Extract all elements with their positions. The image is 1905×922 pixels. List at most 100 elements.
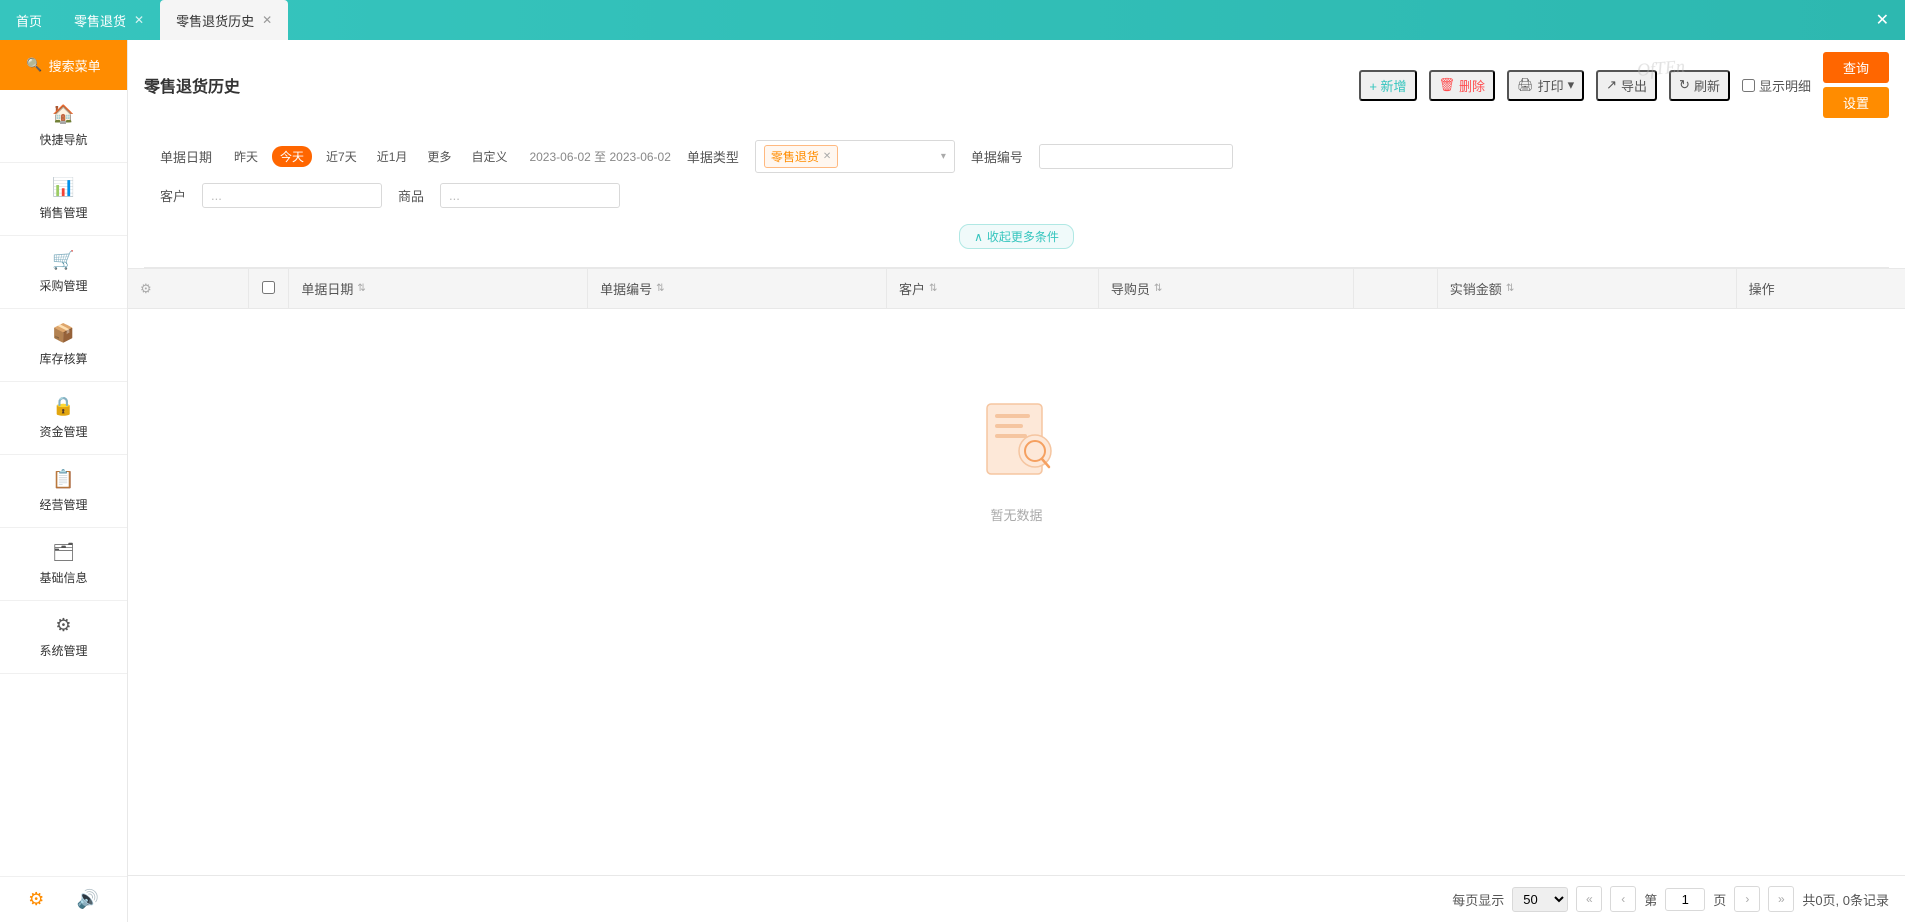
sidebar-search-label: 搜索菜单	[49, 56, 101, 75]
th-actions: 操作	[1736, 269, 1905, 309]
sidebar-item-inventory-label: 库存核算	[39, 350, 87, 367]
type-selector[interactable]: 零售退货 ✕ ▾	[755, 140, 955, 173]
sidebar-item-quick-nav[interactable]: 🏠 快捷导航	[0, 90, 127, 163]
th-date: 单据日期 ⇅	[289, 269, 588, 309]
th-customer: 客户 ⇅	[886, 269, 1098, 309]
sidebar-item-sales-label: 销售管理	[39, 204, 87, 221]
collapse-label: 收起更多条件	[987, 228, 1059, 245]
export-icon: ↗	[1606, 77, 1617, 93]
table-body: 暂无数据	[128, 309, 1905, 605]
sort-amount-icon: ⇅	[1506, 283, 1514, 294]
empty-state-icon	[967, 389, 1067, 489]
th-customer-label: 客户	[899, 279, 925, 298]
number-filter-label: 单据编号	[971, 147, 1023, 166]
sort-guide-icon: ⇅	[1154, 283, 1162, 294]
volume-icon[interactable]: 🔊	[76, 889, 98, 910]
selected-type-tag: 零售退货 ✕	[764, 145, 838, 168]
sidebar-item-inventory[interactable]: 📦 库存核算	[0, 309, 127, 382]
sidebar-item-sales[interactable]: 📊 销售管理	[0, 163, 127, 236]
sidebar-item-basic-info[interactable]: 🗂 基础信息	[0, 528, 127, 601]
refresh-button[interactable]: ↻ 刷新	[1669, 70, 1730, 101]
table-container: ⚙ 单据日期 ⇅ 单据编号	[128, 269, 1905, 875]
date-opt-more[interactable]: 更多	[421, 146, 457, 167]
inventory-icon: 📦	[52, 323, 74, 344]
sidebar-item-purchase-label: 采购管理	[39, 277, 87, 294]
refresh-icon: ↻	[1679, 77, 1690, 93]
goods-filter-selector[interactable]: ...	[440, 183, 620, 208]
tag-close-icon[interactable]: ✕	[823, 151, 831, 162]
filter-area: 单据日期 昨天 今天 近7天 近1月 更多 自定义 2023-06-02 至 2…	[144, 130, 1889, 268]
sidebar-item-finance[interactable]: 🔒 资金管理	[0, 382, 127, 455]
customer-filter-selector[interactable]: ...	[202, 183, 382, 208]
date-opt-1month[interactable]: 近1月	[371, 146, 414, 167]
tab-home[interactable]: 首页	[0, 0, 58, 40]
next-page-button[interactable]: ›	[1734, 886, 1760, 912]
page-unit-label: 页	[1713, 890, 1726, 909]
page-title-row: 零售退货历史 + 新增 🗑 删除 🖨 打印 ▾ ↗ 导出	[144, 52, 1889, 118]
page-number-input[interactable]	[1665, 888, 1705, 911]
table-header-row: ⚙ 单据日期 ⇅ 单据编号	[128, 269, 1905, 309]
first-page-button[interactable]: «	[1576, 886, 1602, 912]
sidebar-item-operations-label: 经营管理	[39, 496, 87, 513]
collapse-up-icon: ∧	[974, 230, 983, 244]
empty-state: 暂无数据	[128, 309, 1905, 604]
prev-page-button[interactable]: ‹	[1610, 886, 1636, 912]
th-date-sort[interactable]: 单据日期 ⇅	[301, 279, 575, 298]
sidebar-search[interactable]: 🔍 搜索菜单	[0, 40, 127, 90]
page-header: 零售退货历史 + 新增 🗑 删除 🖨 打印 ▾ ↗ 导出	[128, 40, 1905, 269]
settings-icon[interactable]: ⚙	[140, 281, 152, 296]
th-checkbox[interactable]	[249, 269, 289, 309]
date-opt-custom[interactable]: 自定义	[465, 146, 513, 167]
date-opt-7days[interactable]: 近7天	[320, 146, 363, 167]
tab-retail-return-close[interactable]: ✕	[134, 13, 144, 27]
th-amount-label: 实销金额	[1450, 279, 1502, 298]
export-button[interactable]: ↗ 导出	[1596, 70, 1657, 101]
operations-icon: 📋	[52, 469, 74, 490]
new-button[interactable]: + 新增	[1359, 70, 1416, 101]
topbar-right: ✕	[1876, 10, 1905, 30]
page-title: 零售退货历史	[144, 73, 240, 97]
th-amount-sort[interactable]: 实销金额 ⇅	[1450, 279, 1724, 298]
query-button[interactable]: 查询	[1823, 52, 1889, 83]
collapse-button[interactable]: ∧ 收起更多条件	[959, 224, 1074, 249]
window-close-button[interactable]: ✕	[1876, 10, 1889, 30]
print-dropdown-icon: ▾	[1568, 77, 1575, 93]
page-size-select[interactable]: 20 50 100	[1512, 887, 1568, 912]
date-options: 昨天 今天 近7天 近1月 更多 自定义	[228, 146, 513, 167]
sidebar-item-finance-label: 资金管理	[39, 423, 87, 440]
th-guide-sort[interactable]: 导购员 ⇅	[1111, 279, 1341, 298]
th-number: 单据编号 ⇅	[588, 269, 887, 309]
tab-retail-return-history-close[interactable]: ✕	[262, 13, 272, 27]
filter-row-2: 客户 ... 商品 ...	[160, 183, 1873, 208]
sidebar-item-system[interactable]: ⚙ 系统管理	[0, 601, 127, 674]
sidebar-item-purchase[interactable]: 🛒 采购管理	[0, 236, 127, 309]
th-customer-sort[interactable]: 客户 ⇅	[899, 279, 1086, 298]
sidebar-item-basic-info-label: 基础信息	[39, 569, 87, 586]
select-all-checkbox[interactable]	[262, 281, 275, 294]
display-toggle-label: 显示明细	[1759, 76, 1811, 95]
tab-retail-return[interactable]: 零售退货 ✕	[58, 0, 160, 40]
setting-button[interactable]: 设置	[1823, 87, 1889, 118]
sidebar-item-operations[interactable]: 📋 经营管理	[0, 455, 127, 528]
system-icon: ⚙	[55, 615, 71, 636]
last-page-button[interactable]: »	[1768, 886, 1794, 912]
th-number-sort[interactable]: 单据编号 ⇅	[600, 279, 874, 298]
display-checkbox[interactable]	[1742, 79, 1755, 92]
tab-retail-return-history-label: 零售退货历史	[176, 11, 254, 30]
number-filter-input[interactable]	[1039, 144, 1233, 169]
date-opt-today[interactable]: 今天	[272, 146, 312, 167]
delete-button[interactable]: 🗑 删除	[1429, 70, 1496, 101]
th-settings[interactable]: ⚙	[128, 269, 249, 309]
print-button[interactable]: 🖨 打印 ▾	[1507, 70, 1584, 101]
sidebar: 🔍 搜索菜单 🏠 快捷导航 📊 销售管理 🛒 采购管理 📦 库存核算 🔒 资金管…	[0, 40, 128, 922]
date-opt-yesterday[interactable]: 昨天	[228, 146, 264, 167]
empty-text: 暂无数据	[990, 505, 1042, 524]
tab-retail-return-history[interactable]: 零售退货历史 ✕	[160, 0, 288, 40]
goods-filter-label: 商品	[398, 186, 424, 205]
date-range-text: 2023-06-02 至 2023-06-02	[529, 148, 670, 165]
print-icon: 🖨	[1517, 77, 1534, 93]
display-toggle[interactable]: 显示明细	[1742, 76, 1811, 95]
settings-bottom-icon[interactable]: ⚙	[28, 889, 44, 910]
basic-info-icon: 🗂	[52, 542, 75, 563]
empty-row: 暂无数据	[128, 309, 1905, 605]
